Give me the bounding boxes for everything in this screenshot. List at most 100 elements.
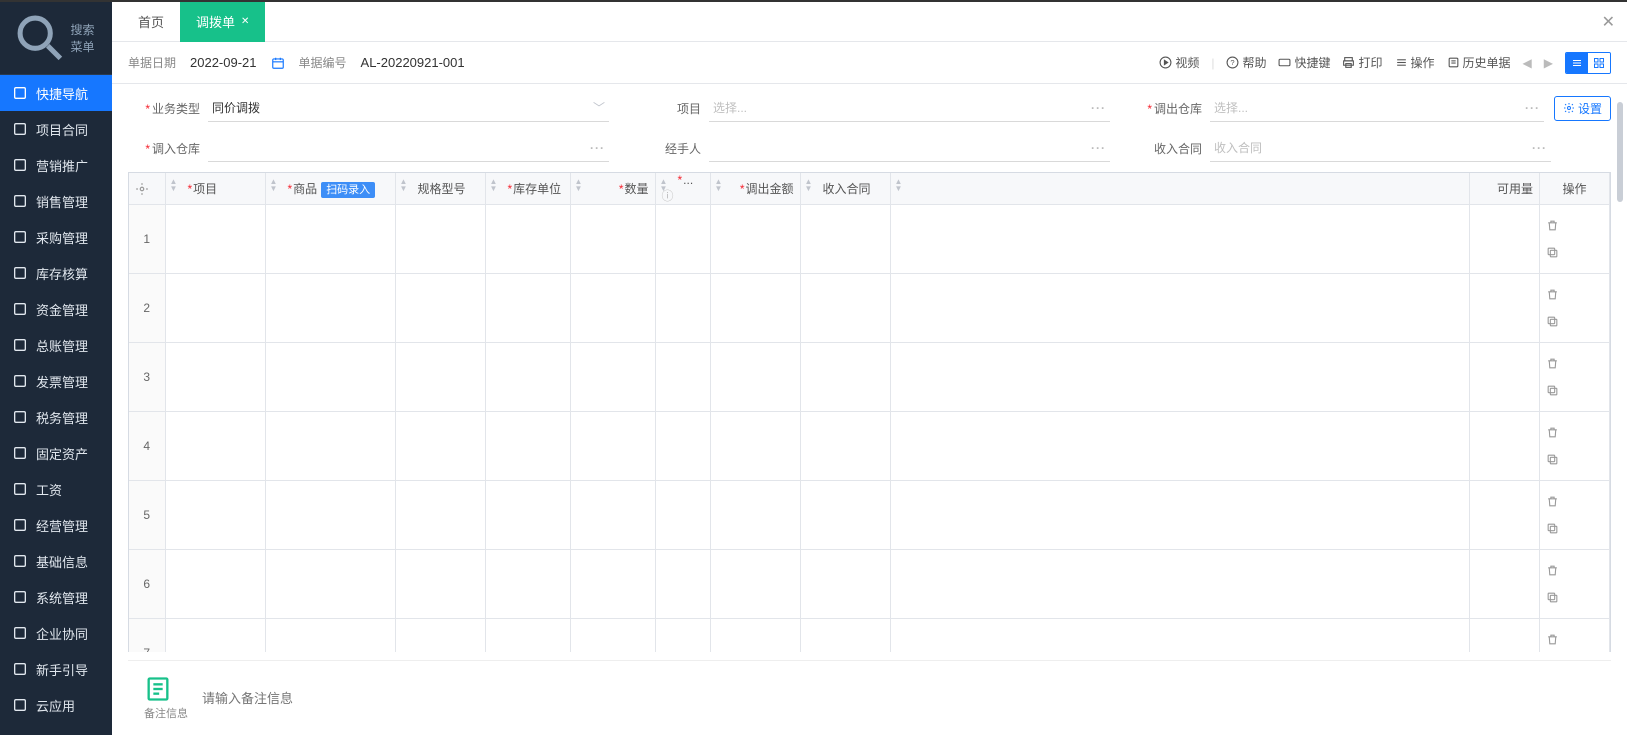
biz-type-select[interactable]: 同价调拨 ﹀ bbox=[208, 94, 609, 122]
tabs-close-all[interactable]: ✕ bbox=[1602, 12, 1615, 32]
in-wh-select[interactable]: ··· bbox=[208, 134, 609, 162]
table-row[interactable]: 5 bbox=[129, 481, 1610, 550]
tab-current[interactable]: 调拨单 ✕ bbox=[180, 2, 265, 42]
sidebar-item-13[interactable]: 基础信息 bbox=[0, 543, 112, 579]
tab-close-icon[interactable]: ✕ bbox=[241, 16, 249, 27]
copy-icon[interactable] bbox=[1546, 246, 1603, 259]
table-row[interactable]: 3 bbox=[129, 343, 1610, 412]
manage-icon bbox=[12, 517, 28, 533]
calendar-icon[interactable] bbox=[271, 56, 285, 70]
sidebar-item-5[interactable]: 库存核算 bbox=[0, 255, 112, 291]
gear-icon bbox=[1563, 102, 1575, 114]
col-amount[interactable]: ▲▼*调出金额 bbox=[710, 173, 800, 205]
print-button[interactable]: 打印 bbox=[1342, 54, 1382, 71]
gear-icon bbox=[12, 589, 28, 605]
col-goods[interactable]: ▲▼*商品扫码录入 bbox=[265, 173, 395, 205]
more-icon: ··· bbox=[1532, 141, 1547, 155]
col-dot[interactable]: ▲▼*... ⓘ bbox=[655, 173, 710, 205]
copy-icon[interactable] bbox=[1546, 522, 1603, 535]
sidebar-item-6[interactable]: 资金管理 bbox=[0, 291, 112, 327]
sidebar-item-11[interactable]: 工资 bbox=[0, 471, 112, 507]
nav-prev[interactable]: ◀ bbox=[1523, 56, 1532, 70]
project-select[interactable]: 选择... ··· bbox=[709, 94, 1110, 122]
delete-icon[interactable] bbox=[1546, 633, 1603, 646]
table-row[interactable]: 7 bbox=[129, 619, 1610, 653]
col-avail[interactable]: 可用量 bbox=[1470, 173, 1540, 205]
tab-home[interactable]: 首页 bbox=[122, 2, 180, 42]
out-wh-select[interactable]: 选择... ··· bbox=[1210, 94, 1544, 122]
table-row[interactable]: 1 bbox=[129, 205, 1610, 274]
sidebar-item-4[interactable]: 采购管理 bbox=[0, 219, 112, 255]
sidebar-item-0[interactable]: 快捷导航 bbox=[0, 75, 112, 111]
note-icon bbox=[144, 675, 172, 703]
copy-icon[interactable] bbox=[1546, 591, 1603, 604]
sidebar-item-16[interactable]: 新手引导 bbox=[0, 651, 112, 687]
history-icon bbox=[1447, 56, 1460, 69]
project-label: 项目 bbox=[629, 100, 709, 117]
sidebar-item-9[interactable]: 税务管理 bbox=[0, 399, 112, 435]
sidebar-item-14[interactable]: 系统管理 bbox=[0, 579, 112, 615]
form: *业务类型 同价调拨 ﹀ 项目 选择... ··· *调出仓库 bbox=[112, 84, 1627, 172]
delete-icon[interactable] bbox=[1546, 219, 1603, 232]
play-icon bbox=[1159, 56, 1172, 69]
dollar-icon bbox=[12, 301, 28, 317]
delete-icon[interactable] bbox=[1546, 357, 1603, 370]
view-list-icon[interactable] bbox=[1566, 53, 1588, 73]
view-toggle[interactable] bbox=[1565, 52, 1611, 74]
sidebar-item-2[interactable]: 营销推广 bbox=[0, 147, 112, 183]
nav-next[interactable]: ▶ bbox=[1544, 56, 1553, 70]
sidebar-item-3[interactable]: 销售管理 bbox=[0, 183, 112, 219]
handler-select[interactable]: ··· bbox=[709, 134, 1110, 162]
col-ops: 操作 bbox=[1540, 173, 1610, 205]
home-icon bbox=[12, 85, 28, 101]
sidebar-item-17[interactable]: 云应用 bbox=[0, 687, 112, 723]
view-card-icon[interactable] bbox=[1588, 53, 1610, 73]
action-button[interactable]: 操作 bbox=[1395, 54, 1435, 71]
date-value[interactable]: 2022-09-21 bbox=[190, 55, 257, 70]
sidebar-item-12[interactable]: 经营管理 bbox=[0, 507, 112, 543]
more-icon: ··· bbox=[1091, 101, 1106, 115]
delete-icon[interactable] bbox=[1546, 495, 1603, 508]
copy-icon[interactable] bbox=[1546, 384, 1603, 397]
sidebar: 搜索菜单 快捷导航项目合同营销推广销售管理采购管理库存核算资金管理总账管理发票管… bbox=[0, 2, 112, 735]
copy-icon[interactable] bbox=[1546, 315, 1603, 328]
history-button[interactable]: 历史单据 bbox=[1447, 54, 1511, 71]
shortcut-button[interactable]: 快捷键 bbox=[1278, 54, 1330, 71]
salary-icon bbox=[12, 481, 28, 497]
in-wh-label: *调入仓库 bbox=[128, 140, 208, 157]
more-icon: ··· bbox=[590, 141, 605, 155]
col-spec[interactable]: ▲▼规格型号 bbox=[395, 173, 485, 205]
column-config[interactable] bbox=[129, 173, 165, 205]
setting-button[interactable]: 设置 bbox=[1554, 96, 1611, 121]
col-unit[interactable]: ▲▼*库存单位 bbox=[485, 173, 570, 205]
menu-search[interactable]: 搜索菜单 bbox=[0, 2, 112, 75]
sidebar-item-8[interactable]: 发票管理 bbox=[0, 363, 112, 399]
sidebar-item-7[interactable]: 总账管理 bbox=[0, 327, 112, 363]
remark-input[interactable] bbox=[202, 684, 1595, 712]
data-grid[interactable]: ▲▼*项目 ▲▼*商品扫码录入 ▲▼规格型号 ▲▼*库存单位 ▲▼*数量 ▲▼*… bbox=[128, 172, 1611, 652]
income-select[interactable]: 收入合同 ··· bbox=[1210, 134, 1551, 162]
sidebar-item-10[interactable]: 固定资产 bbox=[0, 435, 112, 471]
delete-icon[interactable] bbox=[1546, 426, 1603, 439]
more-icon: ··· bbox=[1091, 141, 1106, 155]
delete-icon[interactable] bbox=[1546, 288, 1603, 301]
col-qty[interactable]: ▲▼*数量 bbox=[570, 173, 655, 205]
help-button[interactable]: ? 帮助 bbox=[1226, 54, 1266, 71]
table-row[interactable]: 4 bbox=[129, 412, 1610, 481]
copy-icon[interactable] bbox=[1546, 453, 1603, 466]
tax-icon bbox=[12, 409, 28, 425]
col-income[interactable]: ▲▼收入合同 bbox=[800, 173, 890, 205]
scan-badge[interactable]: 扫码录入 bbox=[321, 182, 375, 198]
col-project[interactable]: ▲▼*项目 bbox=[165, 173, 265, 205]
table-row[interactable]: 6 bbox=[129, 550, 1610, 619]
chevron-down-icon: ﹀ bbox=[593, 99, 605, 116]
delete-icon[interactable] bbox=[1546, 564, 1603, 577]
scrollbar[interactable] bbox=[1617, 102, 1623, 202]
ledger-icon bbox=[12, 337, 28, 353]
more-icon: ··· bbox=[1525, 101, 1540, 115]
table-row[interactable]: 2 bbox=[129, 274, 1610, 343]
video-button[interactable]: 视频 bbox=[1159, 54, 1199, 71]
sidebar-item-1[interactable]: 项目合同 bbox=[0, 111, 112, 147]
col-spacer: ▲▼ bbox=[890, 173, 1470, 205]
sidebar-item-15[interactable]: 企业协同 bbox=[0, 615, 112, 651]
